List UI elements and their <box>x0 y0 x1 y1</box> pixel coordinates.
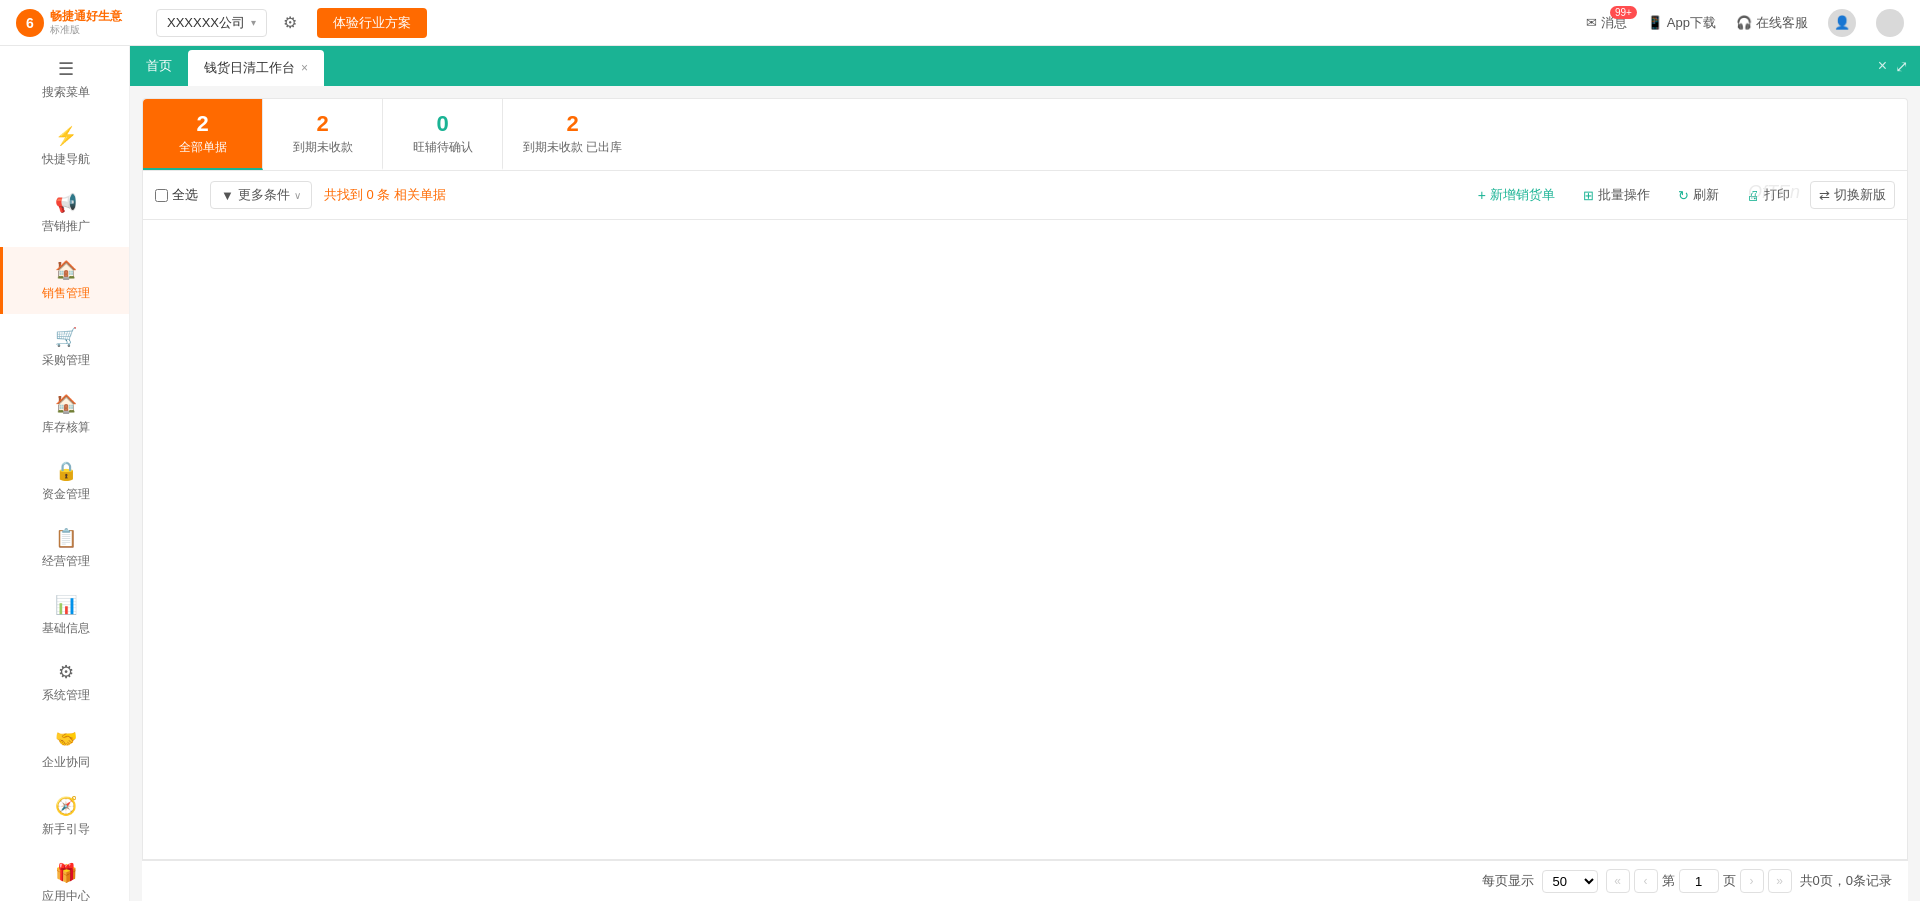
search-menu-icon: ☰ <box>58 58 74 80</box>
switch-icon: ⇄ <box>1819 188 1830 203</box>
stat-tab-all[interactable]: 2全部单据 <box>143 99 263 170</box>
company-name: XXXXXX公司 <box>167 14 245 32</box>
user-icon: 👤 <box>1834 15 1850 30</box>
sidebar-item-cooperation[interactable]: 🤝企业协同 <box>0 716 129 783</box>
switch-version-btn[interactable]: ⇄ 切换新版 <box>1810 181 1895 209</box>
select-all-input[interactable] <box>155 189 168 202</box>
sidebar-item-search-menu[interactable]: ☰搜索菜单 <box>0 46 129 113</box>
filter-btn[interactable]: ▼ 更多条件 ∨ <box>210 181 312 209</box>
sidebar-item-marketing[interactable]: 📢营销推广 <box>0 180 129 247</box>
first-page-btn[interactable]: « <box>1606 869 1630 893</box>
sidebar-item-operations[interactable]: 📋经营管理 <box>0 515 129 582</box>
refresh-icon: ↻ <box>1678 188 1689 203</box>
close-window-btn[interactable]: × <box>1878 57 1887 75</box>
page-size-select[interactable]: 50 20 100 <box>1542 870 1598 893</box>
table-area <box>142 220 1908 860</box>
cooperation-icon: 🤝 <box>55 728 77 750</box>
app-download-btn[interactable]: 📱 App下载 <box>1647 14 1716 32</box>
quick-nav-icon: ⚡ <box>55 125 77 147</box>
sidebar-item-purchase[interactable]: 🛒采购管理 <box>0 314 129 381</box>
logo-text: 畅捷通好生意 标准版 <box>50 9 122 35</box>
toolbar-info: 共找到 0 条 相关单据 <box>324 186 446 204</box>
sidebar-item-sales[interactable]: 🏠销售管理 <box>0 247 129 314</box>
headset-icon: 🎧 <box>1736 15 1752 30</box>
guide-icon: 🧭 <box>55 795 77 817</box>
messages-btn[interactable]: ✉ 消息 99 <box>1586 14 1627 32</box>
operations-icon: 📋 <box>55 527 77 549</box>
base-info-icon: 📊 <box>55 594 77 616</box>
online-service-btn[interactable]: 🎧 在线客服 <box>1736 14 1808 32</box>
finance-icon: 🔒 <box>55 460 77 482</box>
toolbar-right: + 新增销货单 ⊞ 批量操作 ↻ 刷新 🖨 打印 <box>1470 181 1895 209</box>
sidebar-item-system[interactable]: ⚙系统管理 <box>0 649 129 716</box>
sidebar-item-quick-nav[interactable]: ⚡快捷导航 <box>0 113 129 180</box>
filter-icon: ▼ <box>221 188 234 203</box>
last-page-btn[interactable]: » <box>1768 869 1792 893</box>
avatar[interactable]: 👤 <box>1828 9 1856 37</box>
marketing-icon: 📢 <box>55 192 77 214</box>
app-center-icon: 🎁 <box>55 862 77 884</box>
sidebar-item-base-info[interactable]: 📊基础信息 <box>0 582 129 649</box>
footer: 每页显示 50 20 100 « ‹ 第 页 › » 共0页，0条记录 <box>142 860 1908 901</box>
pagination: « ‹ 第 页 › » <box>1606 869 1792 893</box>
stat-tab-overdue-unshipped[interactable]: 2到期未收款 已出库 <box>503 99 642 170</box>
company-dropdown-arrow: ▾ <box>251 17 256 28</box>
add-sales-btn[interactable]: + 新增销货单 <box>1470 182 1563 208</box>
main-layout: ☰搜索菜单⚡快捷导航📢营销推广🏠销售管理🛒采购管理🏠库存核算🔒资金管理📋经营管理… <box>0 46 1920 901</box>
main-content: 首页 钱货日清工作台 × × ⤢ 2全部单据2到期未收款0旺辅待确认2到期未收款… <box>130 46 1920 901</box>
avatar-placeholder <box>1876 9 1904 37</box>
experience-btn[interactable]: 体验行业方案 <box>317 8 427 38</box>
tab-window-controls: × ⤢ <box>1866 57 1920 76</box>
logo-area: 6 畅捷通好生意 标准版 <box>16 9 146 37</box>
sidebar-item-finance[interactable]: 🔒资金管理 <box>0 448 129 515</box>
stat-tab-overdue-unpaid[interactable]: 2到期未收款 <box>263 99 383 170</box>
plus-icon: + <box>1478 187 1486 203</box>
tab-bar: 首页 钱货日清工作台 × × ⤢ <box>130 46 1920 86</box>
next-page-btn[interactable]: › <box>1740 869 1764 893</box>
stats-tabs: 2全部单据2到期未收款0旺辅待确认2到期未收款 已出库 <box>142 98 1908 170</box>
sidebar: ☰搜索菜单⚡快捷导航📢营销推广🏠销售管理🛒采购管理🏠库存核算🔒资金管理📋经营管理… <box>0 46 130 901</box>
purchase-icon: 🛒 <box>55 326 77 348</box>
content-area: 2全部单据2到期未收款0旺辅待确认2到期未收款 已出库 全选 ▼ 更多条件 ∨ … <box>130 86 1920 901</box>
header-right: ✉ 消息 99 📱 App下载 🎧 在线客服 👤 <box>1586 9 1904 37</box>
batch-icon: ⊞ <box>1583 188 1594 203</box>
maximize-window-btn[interactable]: ⤢ <box>1895 57 1908 76</box>
toolbar: 全选 ▼ 更多条件 ∨ 共找到 0 条 相关单据 + 新增销货单 <box>142 170 1908 220</box>
message-icon: ✉ <box>1586 15 1597 30</box>
logo-icon: 6 <box>16 9 44 37</box>
stat-tab-wangpu-confirm[interactable]: 0旺辅待确认 <box>383 99 503 170</box>
phone-icon: 📱 <box>1647 15 1663 30</box>
messages-badge: 99 <box>1610 6 1637 19</box>
sidebar-item-app-center[interactable]: 🎁应用中心 <box>0 850 129 901</box>
top-header: 6 畅捷通好生意 标准版 XXXXXX公司 ▾ ⚙ 体验行业方案 ✉ 消息 99… <box>0 0 1920 46</box>
settings-icon[interactable]: ⚙ <box>275 8 305 38</box>
filter-dropdown-arrow: ∨ <box>294 190 301 201</box>
sidebar-item-guide[interactable]: 🧭新手引导 <box>0 783 129 850</box>
inventory-icon: 🏠 <box>55 393 77 415</box>
found-count: 0 <box>367 187 374 202</box>
tab-active[interactable]: 钱货日清工作台 × <box>188 50 324 86</box>
prev-page-btn[interactable]: ‹ <box>1634 869 1658 893</box>
tab-close-btn[interactable]: × <box>301 61 308 75</box>
sales-icon: 🏠 <box>55 259 77 281</box>
company-selector[interactable]: XXXXXX公司 ▾ <box>156 9 267 37</box>
refresh-btn[interactable]: ↻ 刷新 <box>1670 182 1727 208</box>
sidebar-item-inventory[interactable]: 🏠库存核算 <box>0 381 129 448</box>
tab-home[interactable]: 首页 <box>130 46 188 86</box>
batch-ops-btn[interactable]: ⊞ 批量操作 <box>1575 182 1658 208</box>
page-input[interactable] <box>1679 869 1719 893</box>
watermark-text: OfTEn <box>1748 182 1800 203</box>
select-all-checkbox[interactable]: 全选 <box>155 186 198 204</box>
system-icon: ⚙ <box>58 661 74 683</box>
total-count: 共0页，0条记录 <box>1800 872 1892 890</box>
